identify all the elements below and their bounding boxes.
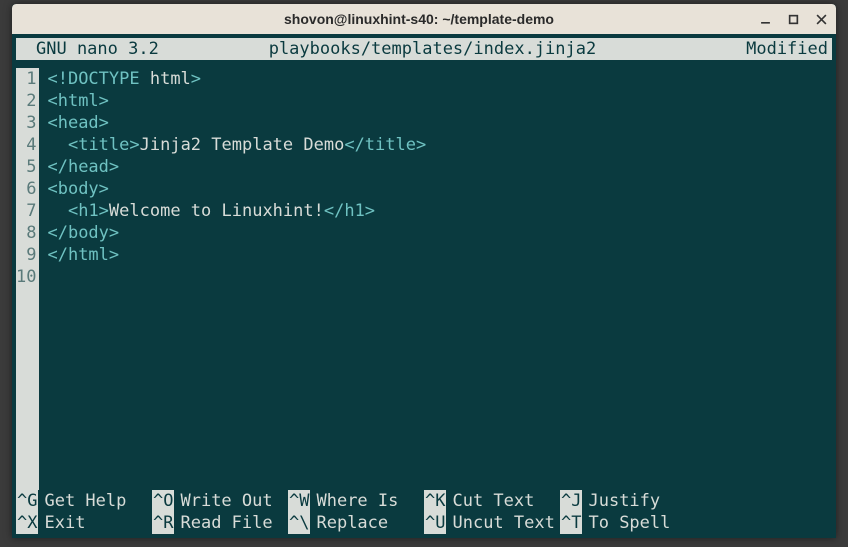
terminal-content[interactable]: GNU nano 3.2 playbooks/templates/index.j…: [12, 34, 836, 538]
shortcut-item: ^J Justify: [560, 490, 696, 512]
shortcut-item: ^U Uncut Text: [424, 512, 560, 534]
shortcut-label: Uncut Text: [452, 512, 554, 534]
file-path: playbooks/templates/index.jinja2: [119, 38, 746, 60]
shortcut-key: ^T: [560, 512, 582, 534]
shortcut-label: Justify: [588, 490, 660, 512]
line-number: 4: [16, 134, 37, 156]
code-line[interactable]: [47, 266, 426, 288]
code-line[interactable]: </html>: [47, 244, 426, 266]
line-number: 3: [16, 112, 37, 134]
shortcut-key: ^U: [424, 512, 446, 534]
code-line[interactable]: <title>Jinja2 Template Demo</title>: [47, 134, 426, 156]
code-line[interactable]: </head>: [47, 156, 426, 178]
shortcut-key: ^\: [288, 512, 310, 534]
line-number-gutter: 12345678910: [16, 68, 39, 490]
line-number: 10: [16, 266, 37, 288]
shortcut-item: ^W Where Is: [288, 490, 424, 512]
terminal-window: shovon@linuxhint-s40: ~/template-demo GN…: [12, 4, 836, 538]
code-line[interactable]: <body>: [47, 178, 426, 200]
maximize-icon[interactable]: [786, 12, 800, 26]
code-line[interactable]: <!DOCTYPE html>: [47, 68, 426, 90]
line-number: 5: [16, 156, 37, 178]
code-line[interactable]: <html>: [47, 90, 426, 112]
line-number: 8: [16, 222, 37, 244]
shortcut-label: Exit: [44, 512, 85, 534]
editor-area[interactable]: 12345678910 <!DOCTYPE html><html><head> …: [16, 68, 832, 490]
code-content[interactable]: <!DOCTYPE html><html><head> <title>Jinja…: [39, 68, 426, 490]
shortcut-item: ^K Cut Text: [424, 490, 560, 512]
code-line[interactable]: </body>: [47, 222, 426, 244]
line-number: 7: [16, 200, 37, 222]
shortcut-item: ^G Get Help: [16, 490, 152, 512]
shortcut-label: Write Out: [180, 490, 272, 512]
shortcut-label: Read File: [180, 512, 272, 534]
line-number: 2: [16, 90, 37, 112]
line-number: 9: [16, 244, 37, 266]
code-line[interactable]: <head>: [47, 112, 426, 134]
shortcut-key: ^G: [16, 490, 38, 512]
shortcut-bar: ^G Get Help ^X Exit ^O Write Out ^R Read File ^W…: [16, 490, 832, 534]
close-icon[interactable]: [814, 12, 828, 26]
shortcut-key: ^K: [424, 490, 446, 512]
line-number: 1: [16, 68, 37, 90]
shortcut-key: ^R: [152, 512, 174, 534]
shortcut-key: ^X: [16, 512, 38, 534]
nano-header: GNU nano 3.2 playbooks/templates/index.j…: [16, 38, 832, 60]
code-line[interactable]: <h1>Welcome to Linuxhint!</h1>: [47, 200, 426, 222]
shortcut-item: ^T To Spell: [560, 512, 696, 534]
window-title: shovon@linuxhint-s40: ~/template-demo: [80, 11, 758, 27]
shortcut-label: Get Help: [44, 490, 126, 512]
shortcut-key: ^J: [560, 490, 582, 512]
file-status: Modified: [746, 38, 828, 60]
line-number: 6: [16, 178, 37, 200]
shortcut-label: Cut Text: [452, 490, 534, 512]
shortcut-item: ^X Exit: [16, 512, 152, 534]
shortcut-label: To Spell: [588, 512, 670, 534]
shortcut-item: ^R Read File: [152, 512, 288, 534]
shortcut-label: Where Is: [316, 490, 398, 512]
minimize-icon[interactable]: [758, 12, 772, 26]
shortcut-key: ^O: [152, 490, 174, 512]
shortcut-item: ^\ Replace: [288, 512, 424, 534]
shortcut-label: Replace: [316, 512, 388, 534]
shortcut-item: ^O Write Out: [152, 490, 288, 512]
shortcut-key: ^W: [288, 490, 310, 512]
window-controls: [758, 12, 828, 26]
titlebar: shovon@linuxhint-s40: ~/template-demo: [12, 4, 836, 34]
